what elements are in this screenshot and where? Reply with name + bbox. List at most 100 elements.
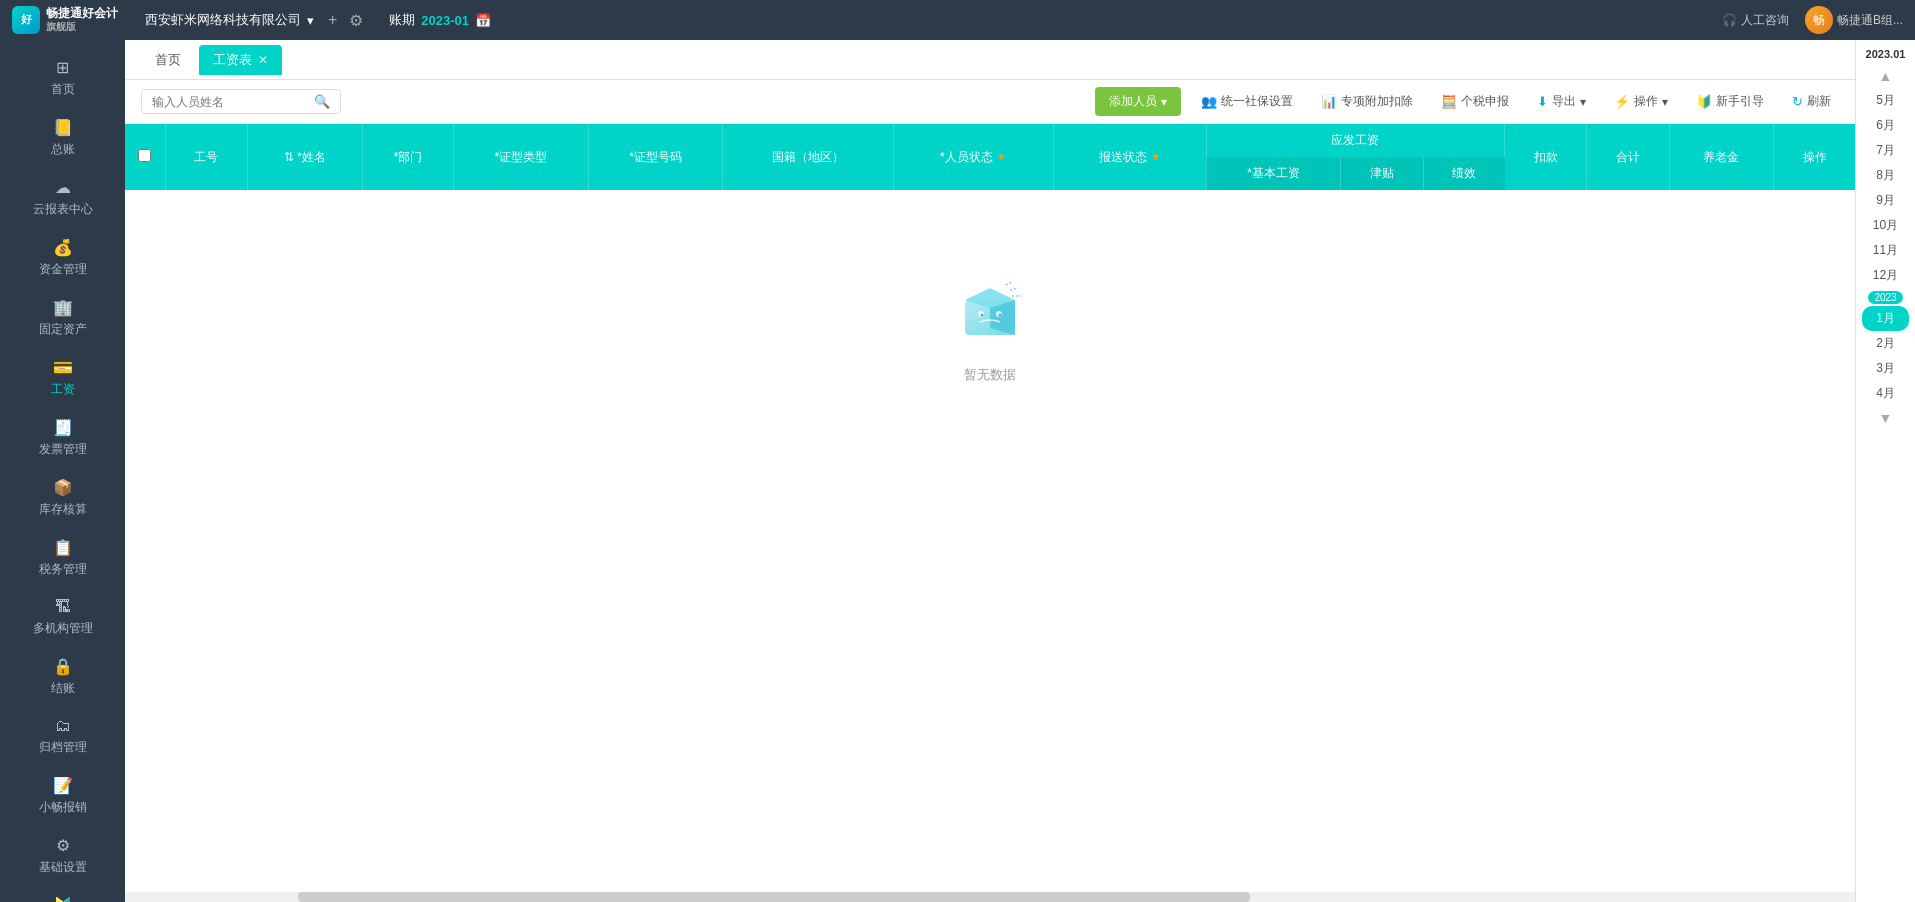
tax-declare-icon: 🧮 [1441, 94, 1457, 109]
tax-declare-label: 个税申报 [1461, 93, 1509, 110]
sidebar-item-assets[interactable]: 🏢 固定资产 [0, 288, 125, 348]
sidebar-item-expense[interactable]: 📝 小畅报销 [0, 766, 125, 826]
extra-deduct-button[interactable]: 📊 专项附加扣除 [1313, 89, 1421, 114]
cal-month-10[interactable]: 10月 [1856, 213, 1915, 238]
report-filter-icon[interactable]: ▼ [1150, 151, 1161, 163]
th-allowance: 津贴 [1341, 157, 1423, 190]
toolbar: 🔍 添加人员 ▾ 👥 统一社保设置 📊 专项附加扣除 🧮 个税申报 ⬇ [125, 80, 1855, 124]
tab-home[interactable]: 首页 [141, 45, 195, 75]
sidebar-label-inventory: 库存核算 [39, 501, 87, 518]
salary-icon: 💳 [53, 358, 73, 377]
headset-icon: 🎧 [1722, 13, 1737, 27]
inventory-icon: 📦 [53, 478, 73, 497]
empty-text: 暂无数据 [964, 366, 1016, 384]
settings-gear-icon[interactable]: ⚙ [343, 9, 369, 32]
cal-month-8[interactable]: 8月 [1856, 163, 1915, 188]
sidebar-item-ledger[interactable]: 📒 总账 [0, 108, 125, 168]
th-name[interactable]: ⇅ *姓名 [247, 124, 362, 190]
company-selector[interactable]: 西安虾米网络科技有限公司 ▾ [137, 7, 322, 33]
th-id-no: *证型号码 [588, 124, 723, 190]
home-icon: ⊞ [56, 58, 69, 77]
tab-close-icon[interactable]: ✕ [258, 53, 268, 67]
cal-month-2[interactable]: 2月 [1856, 331, 1915, 356]
right-calendar-panel: 2023.01 ▲ 5月 6月 7月 8月 9月 10月 11月 12月 202… [1855, 40, 1915, 902]
th-checkbox[interactable] [125, 124, 165, 190]
sidebar-item-settings[interactable]: ⚙ 基础设置 [0, 826, 125, 886]
sidebar-item-multi[interactable]: 🏗 多机构管理 [0, 588, 125, 647]
th-status[interactable]: *人员状态 ▼ [893, 124, 1054, 190]
svg-line-8 [1010, 288, 1018, 290]
operations-icon: ⚡ [1614, 94, 1630, 109]
cal-month-12[interactable]: 12月 [1856, 263, 1915, 288]
sidebar-item-cloud[interactable]: ☁ 云报表中心 [0, 168, 125, 228]
cal-month-3[interactable]: 3月 [1856, 356, 1915, 381]
operations-button[interactable]: ⚡ 操作 ▾ [1606, 89, 1676, 114]
sidebar-item-home[interactable]: ⊞ 首页 [0, 48, 125, 108]
sidebar: ⊞ 首页 📒 总账 ☁ 云报表中心 💰 资金管理 🏢 固定资产 💳 工资 🧾 发… [0, 40, 125, 902]
sidebar-label-cloud: 云报表中心 [33, 201, 93, 218]
select-all-checkbox[interactable] [138, 149, 151, 162]
calendar-up-button[interactable]: ▲ [1875, 64, 1897, 88]
cal-month-5[interactable]: 5月 [1856, 88, 1915, 113]
sidebar-item-invoice[interactable]: 🧾 发票管理 [0, 408, 125, 468]
guide-toolbar-icon: 🔰 [1696, 94, 1712, 109]
cal-month-7[interactable]: 7月 [1856, 138, 1915, 163]
sidebar-label-expense: 小畅报销 [39, 799, 87, 816]
cal-month-4[interactable]: 4月 [1856, 381, 1915, 406]
sidebar-label-invoice: 发票管理 [39, 441, 87, 458]
sidebar-item-guide[interactable]: 🔰 新手引导 [0, 886, 125, 902]
sidebar-item-archive[interactable]: 🗂 归档管理 [0, 707, 125, 766]
sidebar-item-fund[interactable]: 💰 资金管理 [0, 228, 125, 288]
sidebar-item-tax[interactable]: 📋 税务管理 [0, 528, 125, 588]
sidebar-item-salary[interactable]: 💳 工资 [0, 348, 125, 408]
sidebar-item-inventory[interactable]: 📦 库存核算 [0, 468, 125, 528]
calendar-icon[interactable]: 📅 [475, 13, 491, 28]
social-settings-button[interactable]: 👥 统一社保设置 [1193, 89, 1301, 114]
calendar-year-badge: 2023 [1868, 291, 1902, 304]
export-button[interactable]: ⬇ 导出 ▾ [1529, 89, 1594, 114]
tax-declare-button[interactable]: 🧮 个税申报 [1433, 89, 1517, 114]
empty-state: 暂无数据 [125, 190, 1855, 464]
bottom-scrollbar[interactable] [125, 892, 1855, 902]
operations-label: 操作 [1634, 93, 1658, 110]
sidebar-label-archive: 归档管理 [39, 739, 87, 756]
sidebar-label-salary: 工资 [51, 381, 75, 398]
add-company-button[interactable]: + [322, 9, 343, 31]
th-id-type: *证型类型 [453, 124, 588, 190]
sidebar-label-settings: 基础设置 [39, 859, 87, 876]
tab-salary-table[interactable]: 工资表 ✕ [199, 45, 282, 75]
tab-bar: 首页 工资表 ✕ [125, 40, 1855, 80]
sidebar-label-fund: 资金管理 [39, 261, 87, 278]
cal-month-1-active[interactable]: 1月 [1862, 306, 1909, 331]
tab-home-label: 首页 [155, 52, 181, 67]
th-report-status[interactable]: 报送状态 ▼ [1054, 124, 1206, 190]
config-icon: ⚙ [56, 836, 70, 855]
sidebar-label-close: 结账 [51, 680, 75, 697]
user-avatar: 畅 [1805, 6, 1833, 34]
cal-month-6[interactable]: 6月 [1856, 113, 1915, 138]
cal-month-11[interactable]: 11月 [1856, 238, 1915, 263]
bottom-scrollbar-thumb[interactable] [298, 892, 1250, 902]
guide-button[interactable]: 🔰 新手引导 [1688, 89, 1772, 114]
calendar-down-button[interactable]: ▼ [1875, 406, 1897, 430]
extra-deduct-label: 专项附加扣除 [1341, 93, 1413, 110]
sidebar-item-close[interactable]: 🔒 结账 [0, 647, 125, 707]
export-label: 导出 [1552, 93, 1576, 110]
search-input[interactable] [152, 95, 308, 109]
user-menu[interactable]: 畅 畅捷通B组... [1805, 6, 1903, 34]
company-dropdown-icon[interactable]: ▾ [307, 13, 314, 28]
add-person-button[interactable]: 添加人员 ▾ [1095, 87, 1181, 116]
support-button[interactable]: 🎧 人工咨询 [1722, 12, 1789, 29]
sidebar-label-home: 首页 [51, 81, 75, 98]
refresh-button[interactable]: ↻ 刷新 [1784, 89, 1839, 114]
calendar-2023-group: 1月 2月 3月 4月 [1856, 306, 1915, 406]
calendar-2022-group: 5月 6月 7月 8月 9月 10月 11月 12月 [1856, 88, 1915, 288]
status-filter-icon[interactable]: ▼ [996, 151, 1007, 163]
invoice-icon: 🧾 [53, 418, 73, 437]
sidebar-label-ledger: 总账 [51, 141, 75, 158]
expense-icon: 📝 [53, 776, 73, 795]
search-box[interactable]: 🔍 [141, 89, 341, 114]
social-settings-label: 统一社保设置 [1221, 93, 1293, 110]
ledger-icon: 📒 [53, 118, 73, 137]
cal-month-9[interactable]: 9月 [1856, 188, 1915, 213]
